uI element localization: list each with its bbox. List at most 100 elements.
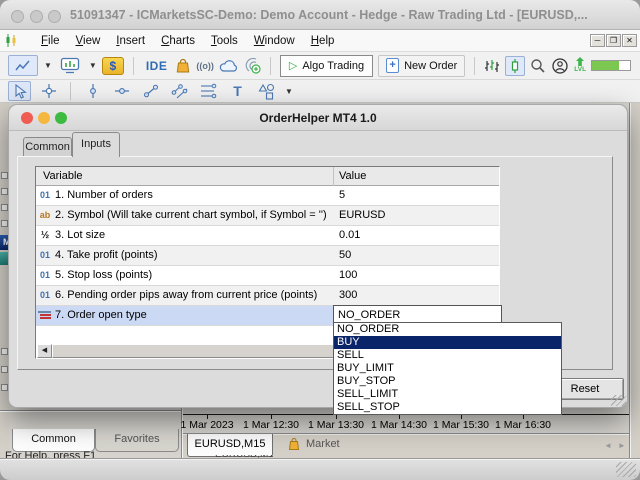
account-icon[interactable] [551, 57, 569, 75]
param-value[interactable]: 50 [339, 249, 351, 261]
minimize-circle-inactive[interactable] [30, 10, 43, 23]
close-circle-inactive[interactable] [11, 10, 24, 23]
time-axis-label: 1 Mar 16:30 [494, 419, 552, 431]
param-label: 2. Symbol (Will take current chart symbo… [55, 209, 327, 221]
ide-button[interactable]: IDE [143, 59, 171, 73]
dialog-title: OrderHelper MT4 1.0 [259, 111, 377, 125]
dollar-icon[interactable]: $ [101, 56, 124, 75]
param-row[interactable]: 01 4. Take profit (points) 50 [36, 246, 499, 266]
menu-window[interactable]: Window [254, 35, 295, 47]
cloud-icon[interactable] [219, 59, 239, 73]
chart-tab-eurusd[interactable]: EURUSD,M15 [187, 434, 273, 457]
chart-window-icon[interactable] [57, 57, 83, 74]
signal-add-icon[interactable] [244, 57, 261, 74]
terminal-tab-common[interactable]: Common [12, 429, 95, 452]
vertical-line-tool-icon[interactable] [81, 81, 104, 101]
terminal-top-groove [0, 410, 181, 412]
horizontal-line-tool-icon[interactable] [110, 81, 133, 101]
tree-checkbox[interactable] [1, 172, 8, 179]
minimize-button[interactable]: ─ [590, 34, 605, 47]
menu-view[interactable]: View [76, 35, 101, 47]
restore-button[interactable]: ❐ [606, 34, 621, 47]
menu-insert[interactable]: Insert [116, 35, 145, 47]
algo-trading-label: Algo Trading [302, 59, 365, 72]
tree-checkbox[interactable] [1, 348, 8, 355]
param-value[interactable]: 300 [339, 289, 357, 301]
window-resize-grip[interactable] [616, 462, 636, 477]
param-value[interactable]: EURUSD [339, 209, 385, 221]
tab-nav-arrows[interactable]: ◄► [604, 441, 632, 450]
dropdown-option-buy_limit[interactable]: BUY_LIMIT [334, 362, 561, 375]
search-icon[interactable] [530, 58, 546, 74]
tools-dropdown-icon[interactable]: ▼ [285, 87, 293, 96]
cursor-tool-icon[interactable] [8, 81, 31, 101]
menu-charts[interactable]: Charts [161, 35, 195, 47]
param-row[interactable]: ½ 3. Lot size 0.01 [36, 226, 499, 246]
dialog-tab-inputs[interactable]: Inputs [72, 132, 120, 157]
trendline-tool-icon[interactable] [139, 81, 162, 101]
dbl-type-icon: ½ [40, 230, 50, 241]
param-label: 1. Number of orders [55, 189, 153, 201]
param-label: 7. Order open type [55, 309, 147, 321]
param-label: 3. Lot size [55, 229, 106, 241]
toolbar-separator [132, 56, 134, 75]
param-row[interactable]: 01 1. Number of orders 5 [36, 186, 499, 206]
dialog-resize-grip[interactable] [611, 395, 626, 406]
signals-icon[interactable]: ((o)) [196, 61, 214, 71]
channel-tool-icon[interactable] [168, 81, 191, 101]
dropdown-option-buy[interactable]: BUY [334, 336, 561, 349]
tab-market[interactable]: Market [306, 438, 340, 450]
table-header: Variable Value [36, 167, 499, 186]
param-value[interactable]: 5 [339, 189, 345, 201]
menu-file[interactable]: File [41, 35, 60, 47]
dropdown-option-sell_stop[interactable]: SELL_STOP [334, 401, 561, 414]
scroll-left-icon[interactable]: ◀ [37, 344, 52, 358]
window-controls: ─ ❐ ✕ [590, 34, 637, 47]
dropdown-option-sell_limit[interactable]: SELL_LIMIT [334, 388, 561, 401]
tree-checkbox[interactable] [1, 220, 8, 227]
new-order-button[interactable]: + New Order [378, 54, 466, 77]
tree-checkbox[interactable] [1, 188, 8, 195]
text-tool-icon[interactable]: T [226, 81, 249, 101]
tree-checkbox[interactable] [1, 384, 8, 391]
level-icon[interactable]: LVL [574, 57, 586, 74]
fibonacci-tool-icon[interactable] [197, 81, 220, 101]
new-order-label: New Order [404, 59, 458, 72]
market-bag-icon[interactable] [175, 57, 191, 74]
time-axis-label: 1 Mar 14:30 [370, 419, 428, 431]
toolbar-separator [474, 56, 476, 75]
param-row[interactable]: 01 5. Stop loss (points) 100 [36, 266, 499, 286]
dialog-tab-common[interactable]: Common [23, 137, 72, 157]
new-order-plus-icon: + [386, 58, 400, 73]
int-type-icon: 01 [39, 290, 50, 300]
close-button[interactable]: ✕ [622, 34, 637, 47]
chart-line-icon[interactable] [8, 55, 38, 76]
bar-chart-type-icon[interactable] [484, 58, 500, 74]
dropdown-option-buy_stop[interactable]: BUY_STOP [334, 375, 561, 388]
chart-window-dropdown-icon[interactable]: ▼ [89, 61, 97, 70]
toolbar-separator [70, 82, 71, 100]
param-value[interactable]: 0.01 [339, 229, 360, 241]
column-value: Value [339, 170, 367, 182]
param-value[interactable]: 100 [339, 269, 357, 281]
dropdown-option-no_order[interactable]: NO_ORDER [334, 323, 561, 336]
param-row[interactable]: 01 6. Pending order pips away from curren… [36, 286, 499, 306]
shapes-tool-icon[interactable] [255, 81, 278, 101]
zoom-circle-inactive[interactable] [48, 10, 61, 23]
chart-line-dropdown-icon[interactable]: ▼ [44, 61, 52, 70]
param-label: 5. Stop loss (points) [55, 269, 153, 281]
param-row[interactable]: ab 2. Symbol (Will take current chart sym… [36, 206, 499, 226]
dropdown-option-sell[interactable]: SELL [334, 349, 561, 362]
algo-trading-button[interactable]: ▷ Algo Trading [279, 54, 374, 77]
candlestick-type-icon[interactable] [505, 55, 526, 76]
menu-tools[interactable]: Tools [211, 35, 238, 47]
level-progress-fill [592, 61, 619, 70]
tree-checkbox[interactable] [1, 366, 8, 373]
param-label: 4. Take profit (points) [55, 249, 158, 261]
terminal-tab-favorites[interactable]: Favorites [95, 429, 179, 452]
menu-help[interactable]: Help [311, 35, 335, 47]
mac-window: 51091347 - ICMarketsSC-Demo: Demo Accoun… [0, 0, 640, 480]
crosshair-tool-icon[interactable] [37, 81, 60, 101]
tree-checkbox[interactable] [1, 204, 8, 211]
window-bottom-chrome [0, 458, 640, 480]
